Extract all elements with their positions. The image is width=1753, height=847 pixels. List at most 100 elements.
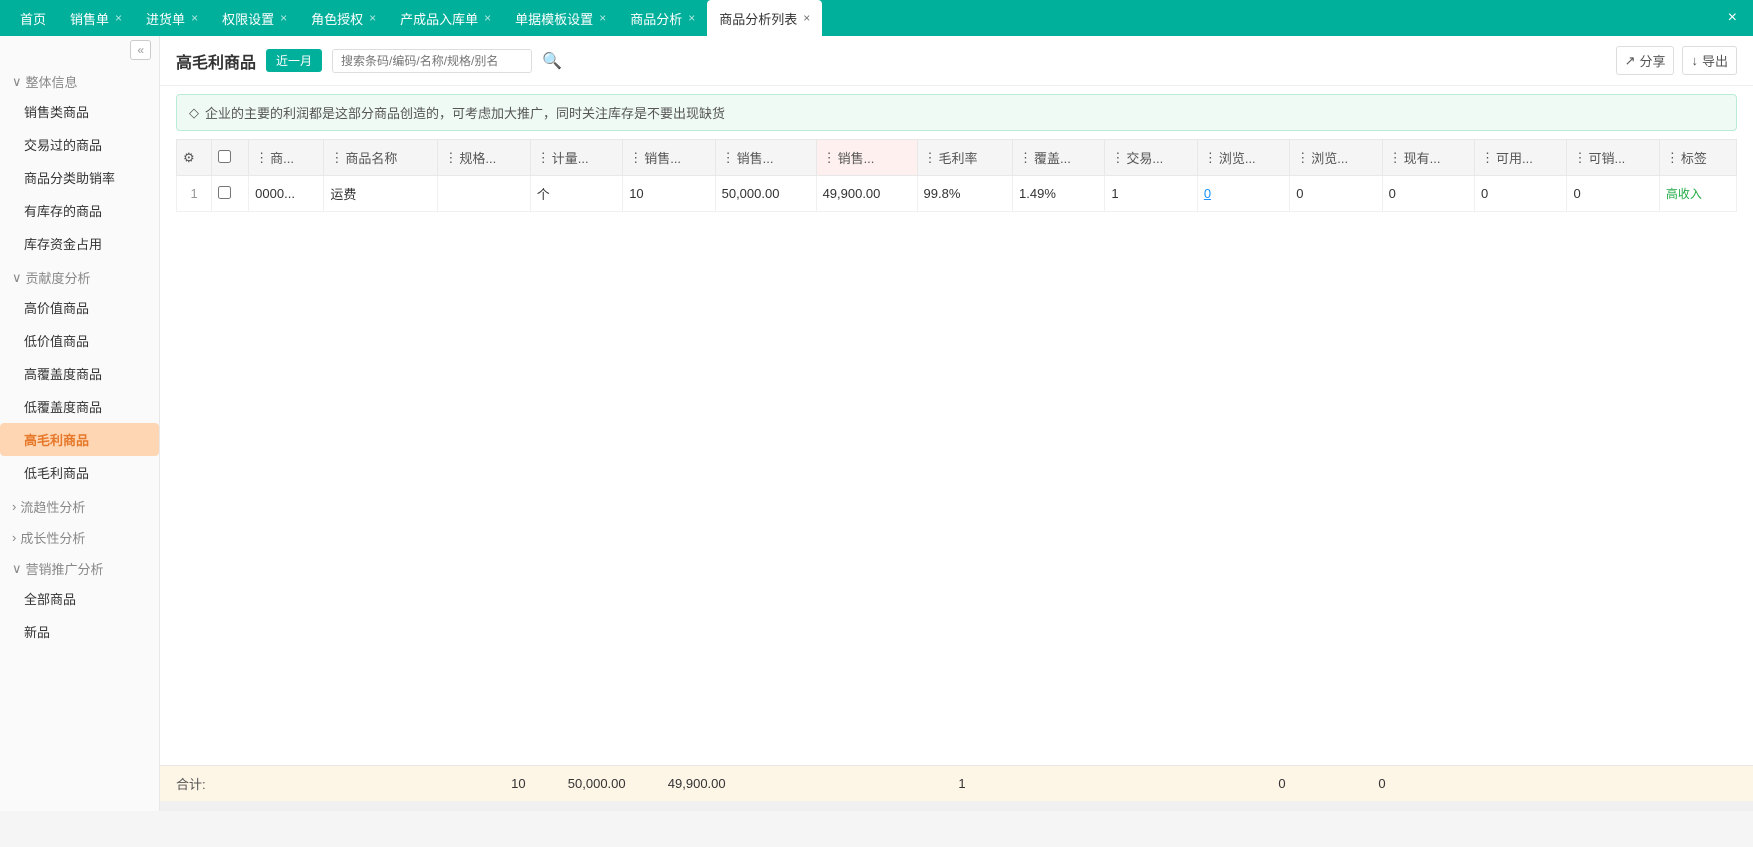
col-sales-amount[interactable]: ⋮ 销售... (715, 140, 816, 176)
footer-label: 合计: (176, 774, 206, 793)
row-browse1[interactable]: 0 (1197, 176, 1289, 212)
col-sales-profit[interactable]: ⋮ 销售... (816, 140, 917, 176)
col-gross-margin[interactable]: ⋮ 毛利率 (917, 140, 1013, 176)
footer-sales-qty: 10 (446, 776, 526, 791)
sidebar-group-growth[interactable]: › 成长性分析 (0, 520, 159, 551)
nav-purchase[interactable]: 进货单 × (134, 0, 210, 36)
sidebar-group-contribution[interactable]: ∨ 贡献度分析 (0, 260, 159, 291)
info-icon: ◇ (189, 105, 199, 121)
col-available1[interactable]: ⋮ 现有... (1382, 140, 1474, 176)
group-arrow-trend: › (12, 499, 16, 514)
group-arrow-contribution: ∨ (12, 270, 22, 286)
row-available2: 0 (1475, 176, 1567, 212)
sidebar-item-low-coverage[interactable]: 低覆盖度商品 (0, 390, 159, 423)
close-sales-tab[interactable]: × (115, 11, 122, 25)
row-number: 1 (177, 176, 212, 212)
row-checkbox-cell[interactable] (212, 176, 249, 212)
sidebar-item-high-margin[interactable]: 高毛利商品 (0, 423, 159, 456)
sidebar-item-low-margin[interactable]: 低毛利商品 (0, 456, 159, 489)
col-name[interactable]: ⋮ 商品名称 (324, 140, 438, 176)
action-buttons: ↗ 分享 ↓ 导出 (1616, 46, 1737, 75)
share-button[interactable]: ↗ 分享 (1616, 46, 1675, 75)
tag-label: 高收入 (1666, 187, 1702, 201)
page-title: 高毛利商品 (176, 49, 256, 73)
col-settings[interactable]: ⚙ (177, 140, 212, 176)
close-permission-tab[interactable]: × (280, 11, 287, 25)
col-available2[interactable]: ⋮ 可用... (1475, 140, 1567, 176)
row-browse2: 0 (1290, 176, 1382, 212)
export-icon: ↓ (1691, 53, 1698, 68)
table-container[interactable]: ⚙ ⋮ 商... ⋮ 商品名称 ⋮ 规格... ⋮ 计量... ⋮ 销售... … (160, 139, 1753, 765)
nav-goods-analysis-list[interactable]: 商品分析列表 × (707, 0, 822, 36)
sidebar-item-high-value[interactable]: 高价值商品 (0, 291, 159, 324)
share-icon: ↗ (1625, 53, 1636, 69)
nav-home[interactable]: 首页 (8, 0, 58, 36)
nav-sales[interactable]: 销售单 × (58, 0, 134, 36)
sidebar-item-sales-goods[interactable]: 销售类商品 (0, 95, 159, 128)
group-arrow-marketing: ∨ (12, 561, 22, 577)
col-sales-qty[interactable]: ⋮ 销售... (623, 140, 715, 176)
row-code: 0000... (249, 176, 324, 212)
close-role-tab[interactable]: × (369, 11, 376, 25)
row-name: 运费 (324, 176, 438, 212)
sidebar: « ∨ 整体信息 销售类商品 交易过的商品 商品分类助销率 有库存的商品 库存资… (0, 36, 160, 811)
row-unit: 个 (530, 176, 622, 212)
nav-goods-analysis[interactable]: 商品分析 × (618, 0, 707, 36)
sidebar-group-trend[interactable]: › 流趋性分析 (0, 489, 159, 520)
nav-template[interactable]: 单据模板设置 × (503, 0, 618, 36)
content-header: 高毛利商品 近一月 🔍 ↗ 分享 ↓ 导出 (160, 36, 1753, 86)
export-button[interactable]: ↓ 导出 (1682, 46, 1737, 75)
close-product-inbound-tab[interactable]: × (484, 11, 491, 25)
row-sales-qty: 10 (623, 176, 715, 212)
sidebar-item-all-goods[interactable]: 全部商品 (0, 582, 159, 615)
col-browse2[interactable]: ⋮ 浏览... (1290, 140, 1382, 176)
close-goods-analysis-list-tab[interactable]: × (803, 11, 810, 25)
row-spec (438, 176, 530, 212)
footer-sales-amount: 50,000.00 (546, 776, 626, 791)
search-icon[interactable]: 🔍 (542, 51, 562, 71)
nav-product-inbound[interactable]: 产成品入库单 × (388, 0, 503, 36)
search-input[interactable] (332, 49, 532, 73)
close-template-tab[interactable]: × (599, 11, 606, 25)
close-purchase-tab[interactable]: × (191, 11, 198, 25)
footer-available2: 0 (1306, 776, 1386, 791)
data-table: ⚙ ⋮ 商... ⋮ 商品名称 ⋮ 规格... ⋮ 计量... ⋮ 销售... … (176, 139, 1737, 212)
sidebar-item-high-coverage[interactable]: 高覆盖度商品 (0, 357, 159, 390)
table-footer: 合计: 10 50,000.00 49,900.00 1 0 0 (160, 765, 1753, 801)
col-code[interactable]: ⋮ 商... (249, 140, 324, 176)
row-checkbox[interactable] (218, 186, 231, 199)
sidebar-item-traded-goods[interactable]: 交易过的商品 (0, 128, 159, 161)
date-filter-button[interactable]: 近一月 (266, 49, 322, 72)
horizontal-scrollbar[interactable] (160, 801, 1753, 811)
row-tag: 高收入 (1659, 176, 1736, 212)
window-close-button[interactable]: × (1720, 9, 1745, 27)
sidebar-item-new-goods[interactable]: 新品 (0, 615, 159, 648)
table-header-row: ⚙ ⋮ 商... ⋮ 商品名称 ⋮ 规格... ⋮ 计量... ⋮ 销售... … (177, 140, 1737, 176)
col-checkbox[interactable] (212, 140, 249, 176)
group-arrow-overall: ∨ (12, 74, 22, 90)
sidebar-item-stocked-goods[interactable]: 有库存的商品 (0, 194, 159, 227)
col-unit[interactable]: ⋮ 计量... (530, 140, 622, 176)
sidebar-item-inventory-capital[interactable]: 库存资金占用 (0, 227, 159, 260)
nav-permission[interactable]: 权限设置 × (210, 0, 299, 36)
info-text: 企业的主要的利润都是这部分商品创造的，可考虑加大推广，同时关注库存是不要出现缺货 (205, 103, 725, 122)
nav-role[interactable]: 角色授权 × (299, 0, 388, 36)
row-sales-amount: 50,000.00 (715, 176, 816, 212)
sidebar-group-marketing[interactable]: ∨ 营销推广分析 (0, 551, 159, 582)
col-transactions[interactable]: ⋮ 交易... (1105, 140, 1197, 176)
select-all-checkbox[interactable] (218, 150, 231, 163)
sidebar-group-overall[interactable]: ∨ 整体信息 (0, 64, 159, 95)
col-spec[interactable]: ⋮ 规格... (438, 140, 530, 176)
row-transactions: 1 (1105, 176, 1197, 212)
col-tag[interactable]: ⋮ 标签 (1659, 140, 1736, 176)
content-area: 高毛利商品 近一月 🔍 ↗ 分享 ↓ 导出 ◇ 企业的主要的利润都是这部分商品创… (160, 36, 1753, 811)
sidebar-item-category-sales-rate[interactable]: 商品分类助销率 (0, 161, 159, 194)
sidebar-collapse-button[interactable]: « (130, 40, 151, 60)
col-coverage[interactable]: ⋮ 覆盖... (1013, 140, 1105, 176)
col-saleable[interactable]: ⋮ 可销... (1567, 140, 1659, 176)
footer-available1: 0 (1206, 776, 1286, 791)
sidebar-item-low-value[interactable]: 低价值商品 (0, 324, 159, 357)
col-browse1[interactable]: ⋮ 浏览... (1197, 140, 1289, 176)
info-banner: ◇ 企业的主要的利润都是这部分商品创造的，可考虑加大推广，同时关注库存是不要出现… (176, 94, 1737, 131)
close-goods-analysis-tab[interactable]: × (688, 11, 695, 25)
